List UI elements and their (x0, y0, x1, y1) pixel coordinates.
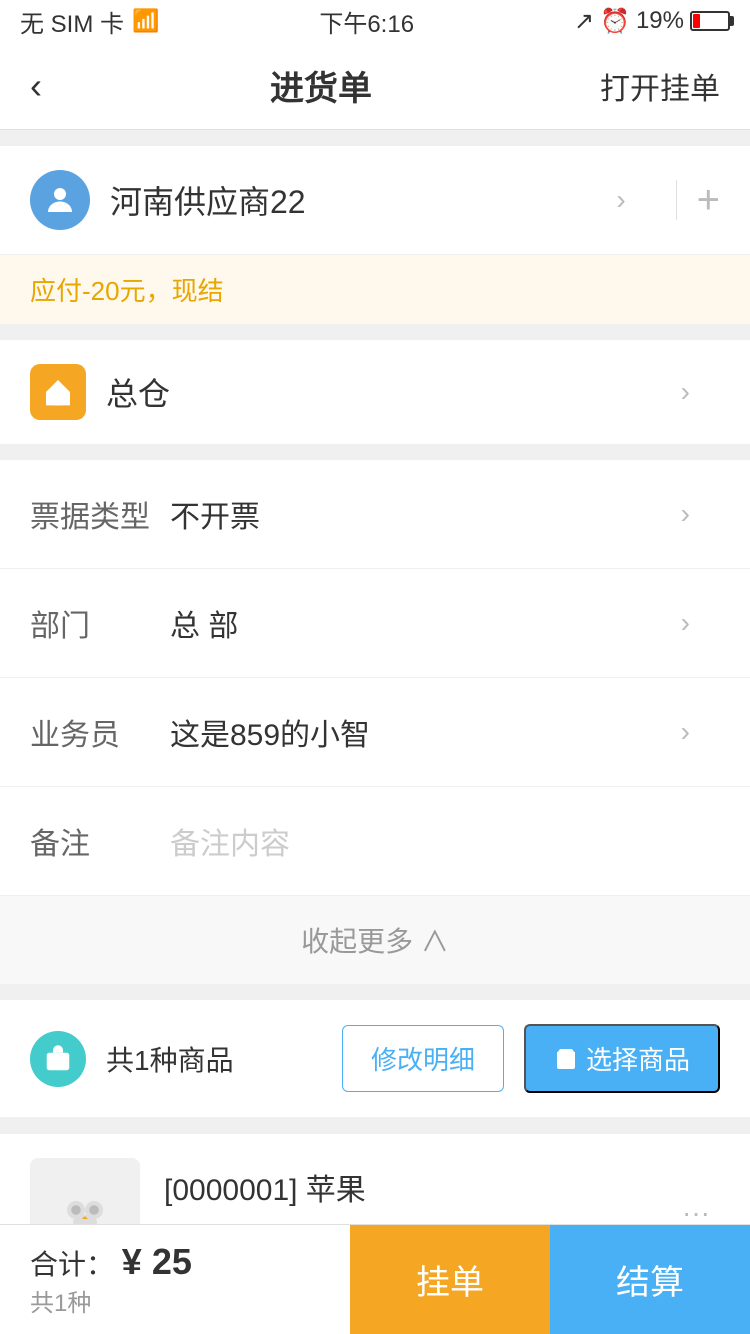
supplier-name: 河南供应商22 (110, 177, 616, 223)
status-left: 无 SIM 卡 📶 (20, 4, 159, 39)
wifi-icon: 📶 (132, 8, 159, 34)
invoice-type-row[interactable]: 票据类型 不开票 › (0, 460, 750, 569)
footer-total: 合计： ¥ 25 共1种 (0, 1241, 350, 1318)
salesman-row[interactable]: 业务员 这是859的小智 › (0, 678, 750, 787)
salesman-label: 业务员 (30, 710, 150, 754)
content-area: 河南供应商22 › + 应付-20元，现结 总仓 › 票据类型 不开票 › (0, 146, 750, 1292)
open-hang-button[interactable]: 打开挂单 (600, 64, 720, 108)
product-title: 苹果 (306, 1174, 366, 1207)
footer-sub-label: 共1种 (30, 1283, 320, 1318)
divider (676, 180, 677, 220)
edit-detail-button[interactable]: 修改明细 (342, 1025, 504, 1092)
product-count: 共1种商品 (106, 1039, 342, 1079)
carrier-text: 无 SIM 卡 (20, 4, 124, 39)
form-card: 票据类型 不开票 › 部门 总 部 › 业务员 这是859的小智 › 备注 备注… (0, 460, 750, 984)
product-code: [0000001] (164, 1174, 306, 1207)
remarks-row[interactable]: 备注 备注内容 (0, 787, 750, 895)
salesman-value: 这是859的小智 (150, 710, 681, 754)
warehouse-card: 总仓 › (0, 340, 750, 444)
collapse-bar[interactable]: 收起更多 ∧ (0, 895, 750, 984)
cart-icon (554, 1047, 578, 1071)
settle-button[interactable]: 结算 (550, 1225, 750, 1334)
remarks-label: 备注 (30, 819, 150, 863)
supplier-card: 河南供应商22 › + 应付-20元，现结 (0, 146, 750, 324)
status-right: ↗ ⏰ 19% (574, 7, 730, 36)
page-title: 进货单 (270, 61, 372, 110)
hang-button[interactable]: 挂单 (350, 1225, 550, 1334)
product-header: 共1种商品 修改明细 选择商品 (0, 1000, 750, 1118)
payment-notice: 应付-20元，现结 (0, 255, 750, 324)
supplier-row[interactable]: 河南供应商22 › + (0, 146, 750, 255)
supplier-chevron-icon: › (616, 184, 625, 216)
alarm-icon: ⏰ (600, 7, 630, 36)
supplier-avatar (30, 170, 90, 230)
product-name: [0000001] 苹果 (164, 1165, 672, 1209)
select-product-label: 选择商品 (586, 1040, 690, 1077)
footer: 合计： ¥ 25 共1种 挂单 结算 (0, 1224, 750, 1334)
department-row[interactable]: 部门 总 部 › (0, 569, 750, 678)
department-chevron-icon: › (681, 607, 690, 639)
warehouse-name: 总仓 (106, 369, 681, 415)
status-time: 下午6:16 (319, 4, 414, 39)
total-amount: ¥ 25 (122, 1241, 192, 1282)
footer-total-line: 合计： ¥ 25 (30, 1241, 320, 1283)
status-bar: 无 SIM 卡 📶 下午6:16 ↗ ⏰ 19% (0, 0, 750, 42)
person-icon (42, 182, 78, 218)
department-label: 部门 (30, 601, 150, 645)
warehouse-chevron-icon: › (681, 376, 690, 408)
nav-bar: ‹ 进货单 打开挂单 (0, 42, 750, 130)
total-label: 合计： (30, 1249, 114, 1280)
salesman-chevron-icon: › (681, 716, 690, 748)
remarks-input[interactable]: 备注内容 (150, 819, 720, 863)
invoice-type-value: 不开票 (150, 492, 681, 536)
battery-icon (690, 11, 730, 31)
warehouse-row[interactable]: 总仓 › (0, 340, 750, 444)
department-value: 总 部 (150, 601, 681, 645)
product-section-card: 共1种商品 修改明细 选择商品 (0, 1000, 750, 1118)
invoice-type-chevron-icon: › (681, 498, 690, 530)
back-button[interactable]: ‹ (30, 65, 42, 107)
shopping-icon (43, 1044, 73, 1074)
warehouse-icon-badge (30, 364, 86, 420)
collapse-label: 收起更多 ∧ (301, 926, 449, 957)
invoice-type-label: 票据类型 (30, 492, 150, 536)
product-icon-badge (30, 1031, 86, 1087)
add-supplier-button[interactable]: + (697, 178, 720, 223)
select-product-button[interactable]: 选择商品 (524, 1024, 720, 1093)
home-icon (42, 376, 74, 408)
location-icon: ↗ (574, 7, 594, 36)
battery-percent: 19% (636, 7, 684, 35)
